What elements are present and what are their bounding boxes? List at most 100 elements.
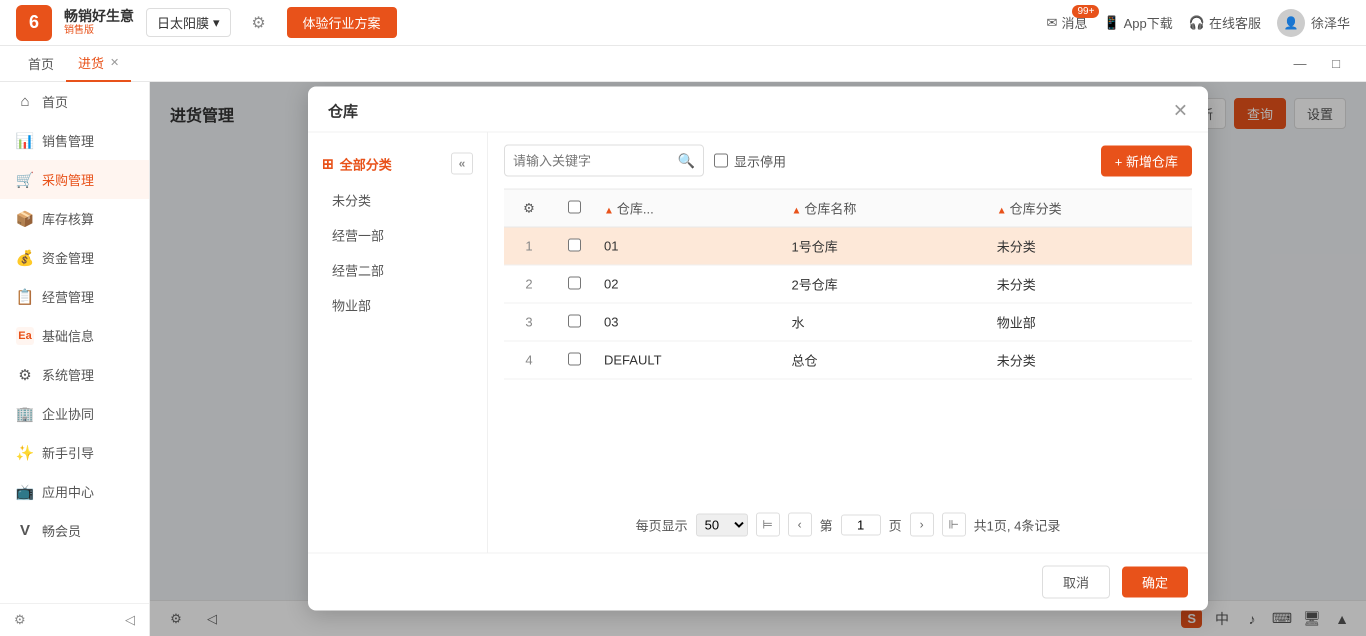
service-button[interactable]: 🎧 在线客服	[1189, 13, 1261, 32]
table-row[interactable]: 1 01 1号仓库 未分类	[504, 227, 1192, 265]
search-icon[interactable]: 🔍	[678, 152, 695, 169]
operations-icon: 📋	[16, 288, 34, 306]
settings-button[interactable]: ⚙	[243, 7, 275, 39]
table-row[interactable]: 4 DEFAULT 总仓 未分类	[504, 341, 1192, 379]
prev-page-button[interactable]: ‹	[788, 513, 812, 537]
warehouse-table-wrap: ⚙ ▲仓库... ▲仓库名称 ▲仓库分类 1	[504, 189, 1192, 501]
sidebar-item-sales[interactable]: 📊 销售管理	[0, 121, 149, 160]
page-unit: 页	[889, 515, 902, 534]
next-page-button[interactable]: ›	[910, 513, 934, 537]
last-page-button[interactable]: ⊩	[942, 513, 966, 537]
brand-main: 畅销好生意	[64, 8, 134, 25]
page-input[interactable]	[841, 514, 881, 535]
app-download-button[interactable]: 📱 App下载	[1103, 13, 1172, 32]
row-num: 2	[504, 265, 554, 303]
search-input[interactable]	[513, 153, 672, 168]
row-name: 水	[781, 303, 986, 341]
confirm-button[interactable]: 确定	[1122, 567, 1188, 598]
all-categories-header[interactable]: ⊞ 全部分类 «	[308, 145, 487, 183]
sidebar-item-finance[interactable]: 💰 资金管理	[0, 238, 149, 277]
window-controls: — □	[1286, 50, 1350, 78]
try-industry-button[interactable]: 体验行业方案	[287, 7, 397, 38]
row-code: DEFAULT	[594, 341, 781, 379]
row-category: 物业部	[987, 303, 1192, 341]
page-size-select: 50 100	[696, 513, 748, 536]
sidebar-item-label: 新手引导	[42, 443, 94, 462]
purchase-icon: 🛒	[16, 171, 34, 189]
service-label: 在线客服	[1209, 13, 1261, 32]
message-button[interactable]: ✉ 消息 99+	[1047, 13, 1088, 32]
warehouse-table: ⚙ ▲仓库... ▲仓库名称 ▲仓库分类 1	[504, 189, 1192, 380]
sidebar-item-member[interactable]: V 畅会员	[0, 511, 149, 550]
col-checkbox	[554, 189, 594, 227]
sidebar-item-label: 销售管理	[42, 131, 94, 150]
sidebar-item-guide[interactable]: ✨ 新手引导	[0, 433, 149, 472]
topbar: 6 畅销好生意 销售版 日太阳膜 ▾ ⚙ 体验行业方案 ✉ 消息 99+ 📱 A…	[0, 0, 1366, 46]
sidebar-item-appcenter[interactable]: 📺 应用中心	[0, 472, 149, 511]
category-item-property[interactable]: 物业部	[308, 288, 487, 323]
category-item-uncategorized[interactable]: 未分类	[308, 183, 487, 218]
category-panel: ⊞ 全部分类 « 未分类 经营一部 经营二部 物业部	[308, 133, 488, 553]
row-category: 未分类	[987, 341, 1192, 379]
topbar-right: ✉ 消息 99+ 📱 App下载 🎧 在线客服 👤 徐泽华	[1047, 9, 1350, 37]
sidebar-item-enterprise[interactable]: 🏢 企业协同	[0, 394, 149, 433]
row-select-checkbox[interactable]	[568, 238, 581, 251]
category-item-ops1[interactable]: 经营一部	[308, 218, 487, 253]
show-disabled-toggle[interactable]: 显示停用	[714, 151, 786, 170]
app-label: App下载	[1124, 13, 1173, 32]
message-badge: 99+	[1072, 5, 1099, 18]
row-num: 4	[504, 341, 554, 379]
table-row[interactable]: 2 02 2号仓库 未分类	[504, 265, 1192, 303]
avatar: 👤	[1277, 9, 1305, 37]
store-selector[interactable]: 日太阳膜 ▾	[146, 8, 231, 37]
first-page-button[interactable]: ⊨	[756, 513, 780, 537]
logo: 6	[16, 5, 52, 41]
sidebar-item-operations[interactable]: 📋 经营管理	[0, 277, 149, 316]
sidebar-item-label: 资金管理	[42, 248, 94, 267]
expand-button[interactable]: □	[1322, 50, 1350, 78]
sidebar: ⌂ 首页 📊 销售管理 🛒 采购管理 📦 库存核算 💰 资金管理 📋 经营管理 …	[0, 82, 150, 636]
chevron-down-icon: ▾	[213, 15, 220, 31]
brand: 畅销好生意 销售版	[64, 8, 134, 37]
page-size-dropdown[interactable]: 50 100	[696, 513, 748, 536]
row-checkbox	[554, 303, 594, 341]
row-code: 03	[594, 303, 781, 341]
new-warehouse-button[interactable]: + 新增仓库	[1101, 145, 1192, 176]
category-item-ops2[interactable]: 经营二部	[308, 253, 487, 288]
select-all-checkbox[interactable]	[568, 200, 581, 213]
table-row[interactable]: 3 03 水 物业部	[504, 303, 1192, 341]
col-gear: ⚙	[504, 189, 554, 227]
sidebar-item-home[interactable]: ⌂ 首页	[0, 82, 149, 121]
gear-icon: ⚙	[523, 200, 535, 215]
cancel-button[interactable]: 取消	[1042, 566, 1110, 599]
modal-body: ⊞ 全部分类 « 未分类 经营一部 经营二部 物业部 🔍	[308, 133, 1208, 553]
minimize-button[interactable]: —	[1286, 50, 1314, 78]
col-category: ▲仓库分类	[987, 189, 1192, 227]
sidebar-item-inventory[interactable]: 📦 库存核算	[0, 199, 149, 238]
sidebar-settings-icon[interactable]: ⚙	[14, 612, 26, 628]
col-code: ▲仓库...	[594, 189, 781, 227]
sidebar-item-basicinfo[interactable]: Ea 基础信息	[0, 316, 149, 355]
sidebar-speaker-icon[interactable]: ◁	[125, 612, 135, 628]
user-menu[interactable]: 👤 徐泽华	[1277, 9, 1350, 37]
modal-close-button[interactable]: ✕	[1173, 101, 1188, 122]
brand-sub: 销售版	[64, 25, 134, 37]
tab-home[interactable]: 首页	[16, 46, 66, 82]
sidebar-footer: ⚙ ◁	[0, 603, 149, 636]
row-select-checkbox[interactable]	[568, 276, 581, 289]
per-page-label: 每页显示	[636, 515, 688, 534]
show-disabled-checkbox[interactable]	[714, 154, 728, 168]
sidebar-item-system[interactable]: ⚙ 系统管理	[0, 355, 149, 394]
sidebar-item-purchase[interactable]: 🛒 采购管理	[0, 160, 149, 199]
tab-close-icon[interactable]: ✕	[110, 56, 119, 69]
row-num: 1	[504, 227, 554, 265]
col-name: ▲仓库名称	[781, 189, 986, 227]
row-select-checkbox[interactable]	[568, 352, 581, 365]
all-categories-label: 全部分类	[340, 154, 392, 173]
guide-icon: ✨	[16, 444, 34, 462]
row-select-checkbox[interactable]	[568, 314, 581, 327]
row-code: 01	[594, 227, 781, 265]
tab-purchase[interactable]: 进货 ✕	[66, 46, 131, 82]
row-name: 2号仓库	[781, 265, 986, 303]
collapse-button[interactable]: «	[451, 153, 473, 175]
